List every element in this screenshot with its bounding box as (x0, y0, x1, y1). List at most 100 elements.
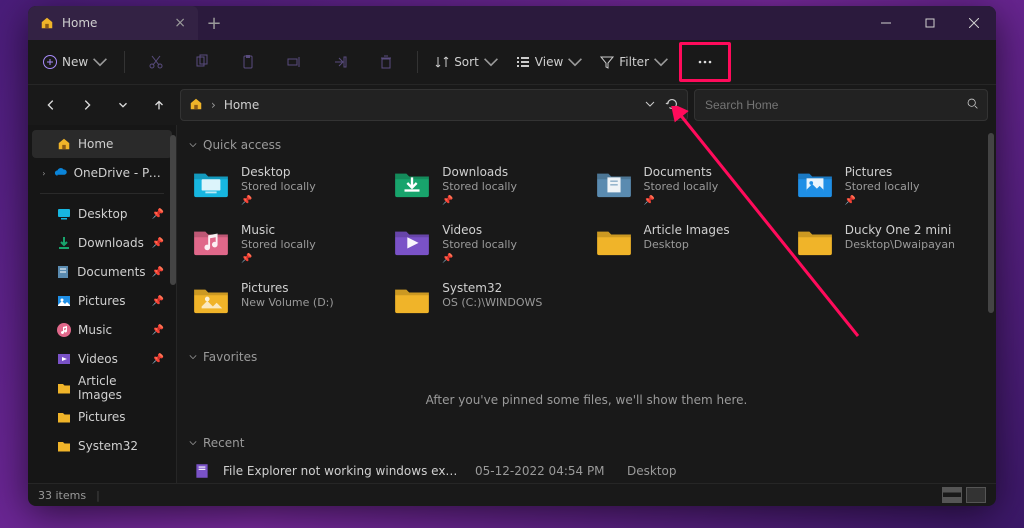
share-button[interactable] (319, 47, 361, 77)
quick-item-music[interactable]: MusicStored locally📌 (189, 221, 380, 273)
chevron-down-icon[interactable] (645, 98, 655, 112)
paste-button[interactable] (227, 47, 269, 77)
chevron-down-icon (92, 54, 108, 70)
downloads-icon (56, 235, 72, 251)
item-name: System32 (442, 281, 542, 295)
tab-home[interactable]: Home × (28, 6, 198, 40)
sidebar-item-system32[interactable]: System32 (32, 432, 172, 460)
item-subtitle: New Volume (D:) (241, 296, 334, 309)
quick-item-article-images[interactable]: Article ImagesDesktop (592, 221, 783, 273)
recent-locations-button[interactable] (108, 90, 138, 120)
cut-button[interactable] (135, 47, 177, 77)
pictures-icon (56, 293, 72, 309)
rename-button[interactable] (273, 47, 315, 77)
tab-title: Home (62, 16, 97, 30)
cloud-icon (54, 165, 68, 181)
section-recent[interactable]: Recent (189, 431, 984, 455)
folder-icon (594, 223, 634, 259)
item-name: Article Images (644, 223, 730, 237)
status-bar: 33 items | (28, 483, 996, 506)
section-quick-access[interactable]: Quick access (189, 133, 984, 157)
folder-icon (795, 223, 835, 259)
filter-button[interactable]: Filter (593, 47, 675, 77)
item-name: Ducky One 2 mini (845, 223, 955, 237)
quick-item-ducky-one-2-mini[interactable]: Ducky One 2 miniDesktop\Dwaipayan (793, 221, 984, 273)
minimize-button[interactable] (864, 6, 908, 40)
section-favorites[interactable]: Favorites (189, 345, 984, 369)
pin-icon: 📌 (152, 238, 164, 249)
new-tab-button[interactable]: + (198, 13, 230, 34)
scrollbar-thumb[interactable] (170, 135, 176, 285)
close-button[interactable] (952, 6, 996, 40)
tab-close-icon[interactable]: × (174, 15, 186, 31)
quick-item-system32[interactable]: System32OS (C:)\WINDOWS (390, 279, 581, 331)
up-button[interactable] (144, 90, 174, 120)
sort-button[interactable]: Sort (428, 47, 505, 77)
pin-icon: 📌 (152, 354, 164, 365)
sidebar-item-home[interactable]: Home (32, 130, 172, 158)
rename-icon (286, 54, 302, 70)
sidebar-item-onedrive[interactable]: › OneDrive - Personal (32, 159, 172, 187)
more-button[interactable] (684, 47, 726, 77)
sidebar-item-label: System32 (78, 439, 138, 453)
item-subtitle: Stored locally (845, 180, 920, 193)
thumbnails-view-button[interactable] (966, 487, 986, 503)
sidebar-item-documents[interactable]: Documents📌 (32, 258, 172, 286)
sidebar-item-pictures[interactable]: Pictures (32, 403, 172, 431)
view-button[interactable]: View (509, 47, 589, 77)
sidebar-item-videos[interactable]: Videos 📌 (32, 345, 172, 373)
music-icon (191, 223, 231, 259)
back-button[interactable] (36, 90, 66, 120)
sidebar-item-downloads[interactable]: Downloads 📌 (32, 229, 172, 257)
sidebar-item-label: Downloads (78, 236, 144, 250)
chevron-down-icon (483, 54, 499, 70)
sidebar-item-music[interactable]: Music📌 (32, 316, 172, 344)
quick-item-pictures[interactable]: PicturesStored locally📌 (793, 163, 984, 215)
quick-item-videos[interactable]: VideosStored locally📌 (390, 221, 581, 273)
pictures-icon (795, 165, 835, 201)
videos-icon (392, 223, 432, 259)
details-view-button[interactable] (942, 487, 962, 503)
item-name: Pictures (845, 165, 920, 179)
refresh-button[interactable] (665, 97, 679, 114)
trash-icon (378, 54, 394, 70)
new-button[interactable]: New (36, 47, 114, 77)
sidebar-item-desktop[interactable]: Desktop📌 (32, 200, 172, 228)
quick-item-pictures[interactable]: PicturesNew Volume (D:) (189, 279, 380, 331)
quick-item-documents[interactable]: DocumentsStored locally📌 (592, 163, 783, 215)
search-input[interactable] (703, 97, 966, 113)
annotation-highlight (679, 42, 731, 82)
pin-icon: 📌 (152, 209, 164, 220)
breadcrumb-home[interactable]: Home (224, 98, 259, 112)
desktop-icon (56, 206, 72, 222)
item-name: Downloads (442, 165, 517, 179)
quick-item-desktop[interactable]: DesktopStored locally📌 (189, 163, 380, 215)
sidebar-item-label: Article Images (78, 374, 164, 402)
search-bar[interactable] (694, 89, 988, 121)
music-icon (56, 322, 72, 338)
copy-button[interactable] (181, 47, 223, 77)
titlebar: Home × + (28, 6, 996, 40)
recent-item[interactable]: File Explorer not working windows explor… (189, 455, 984, 483)
filter-icon (599, 54, 615, 70)
chevron-down-icon (189, 439, 197, 447)
quick-item-downloads[interactable]: DownloadsStored locally📌 (390, 163, 581, 215)
recent-date: 05-12-2022 04:54 PM (475, 464, 615, 478)
forward-button[interactable] (72, 90, 102, 120)
explorer-window: Home × + New Sort View (28, 6, 996, 506)
scrollbar-thumb[interactable] (988, 133, 994, 313)
sidebar-item-pictures[interactable]: Pictures📌 (32, 287, 172, 315)
address-bar[interactable]: › Home (180, 89, 688, 121)
sidebar-item-label: Videos (78, 352, 118, 366)
search-icon[interactable] (966, 97, 979, 113)
content-area: Quick access DesktopStored locally📌Downl… (177, 125, 996, 483)
expand-icon[interactable]: › (40, 169, 48, 178)
chevron-down-icon (189, 353, 197, 361)
item-name: Videos (442, 223, 517, 237)
toolbar: New Sort View Filter (28, 40, 996, 85)
delete-button[interactable] (365, 47, 407, 77)
sidebar-item-label: Home (78, 137, 113, 151)
pin-icon: 📌 (241, 196, 316, 206)
maximize-button[interactable] (908, 6, 952, 40)
sidebar-item-article-images[interactable]: Article Images (32, 374, 172, 402)
